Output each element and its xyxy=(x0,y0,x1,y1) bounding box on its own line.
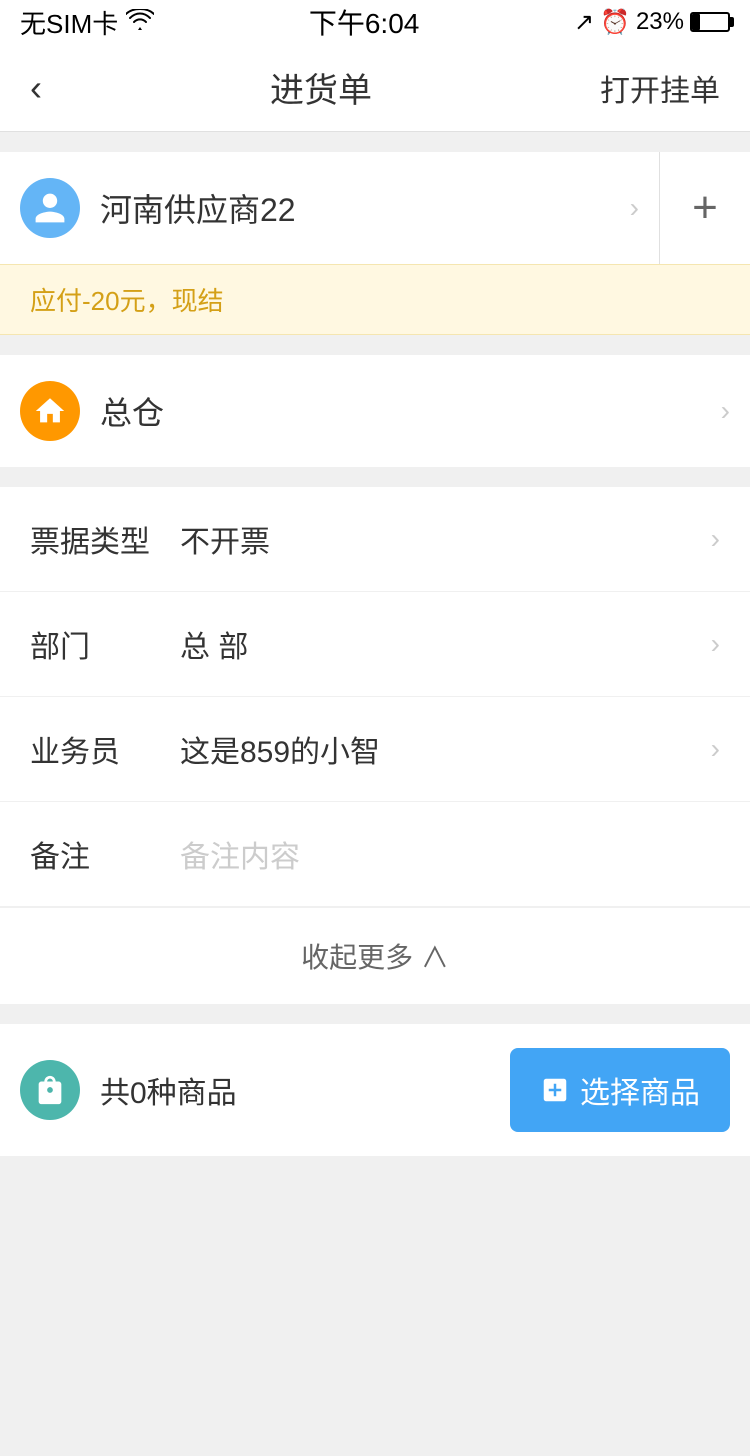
page-title: 进货单 xyxy=(270,63,372,112)
remark-row[interactable]: 备注 备注内容 xyxy=(0,802,750,906)
warehouse-name: 总仓 xyxy=(100,388,711,434)
open-pending-button[interactable]: 打开挂单 xyxy=(600,66,720,110)
carrier-label: 无SIM卡 xyxy=(20,4,118,41)
alarm-icon: ⏰ xyxy=(600,8,630,37)
status-bar: 无SIM卡 下午6:04 ↗ ⏰ 23% xyxy=(0,0,750,44)
warehouse-section[interactable]: 总仓 › xyxy=(0,355,750,467)
supplier-name: 河南供应商22 xyxy=(100,185,620,231)
select-product-label: 选择商品 xyxy=(580,1068,700,1112)
department-value: 总 部 xyxy=(170,622,701,666)
home-icon xyxy=(33,394,67,428)
product-section: 共0种商品 选择商品 xyxy=(0,1024,750,1156)
remark-label: 备注 xyxy=(30,832,170,876)
status-time: 下午6:04 xyxy=(309,2,420,42)
wifi-icon xyxy=(126,7,154,38)
invoice-type-row[interactable]: 票据类型 不开票 › xyxy=(0,487,750,592)
salesperson-row[interactable]: 业务员 这是859的小智 › xyxy=(0,697,750,802)
battery-percent: 23% xyxy=(636,8,684,36)
remark-value: 备注内容 xyxy=(170,832,720,876)
supplier-avatar xyxy=(20,178,80,238)
invoice-type-chevron-icon: › xyxy=(711,523,720,555)
shopping-bag-icon xyxy=(33,1073,67,1107)
invoice-type-value: 不开票 xyxy=(170,517,701,561)
department-row[interactable]: 部门 总 部 › xyxy=(0,592,750,697)
collapse-section: 收起更多 ∧ xyxy=(0,908,750,1004)
supplier-chevron-icon: › xyxy=(630,192,639,224)
person-icon xyxy=(32,190,68,226)
product-count: 共0种商品 xyxy=(100,1068,510,1112)
department-label: 部门 xyxy=(30,622,170,666)
nav-bar: ‹ 进货单 打开挂单 xyxy=(0,44,750,132)
add-product-icon xyxy=(540,1075,570,1105)
form-section: 票据类型 不开票 › 部门 总 部 › 业务员 这是859的小智 › 备注 备注… xyxy=(0,487,750,906)
invoice-type-label: 票据类型 xyxy=(30,517,170,561)
salesperson-label: 业务员 xyxy=(30,727,170,771)
battery-icon xyxy=(690,12,730,32)
content: 河南供应商22 › + 应付-20元，现结 总仓 › 票据类型 不开票 › 部门… xyxy=(0,152,750,1456)
salesperson-chevron-icon: › xyxy=(711,733,720,765)
supplier-selector[interactable]: 河南供应商22 › xyxy=(0,152,660,264)
alert-text: 应付-20元，现结 xyxy=(30,286,224,316)
warehouse-chevron-icon: › xyxy=(721,395,730,427)
status-right: ↗ ⏰ 23% xyxy=(574,8,730,37)
add-supplier-button[interactable]: + xyxy=(660,152,750,264)
collapse-button[interactable]: 收起更多 ∧ xyxy=(301,936,449,976)
select-product-button[interactable]: 选择商品 xyxy=(510,1048,730,1132)
product-icon xyxy=(20,1060,80,1120)
alert-banner: 应付-20元，现结 xyxy=(0,264,750,335)
location-icon: ↗ xyxy=(574,8,594,37)
supplier-section: 河南供应商22 › + xyxy=(0,152,750,264)
department-chevron-icon: › xyxy=(711,628,720,660)
back-button[interactable]: ‹ xyxy=(30,67,42,109)
background-fill xyxy=(0,1156,750,1456)
salesperson-value: 这是859的小智 xyxy=(170,727,701,771)
status-left: 无SIM卡 xyxy=(20,4,154,41)
warehouse-icon xyxy=(20,381,80,441)
